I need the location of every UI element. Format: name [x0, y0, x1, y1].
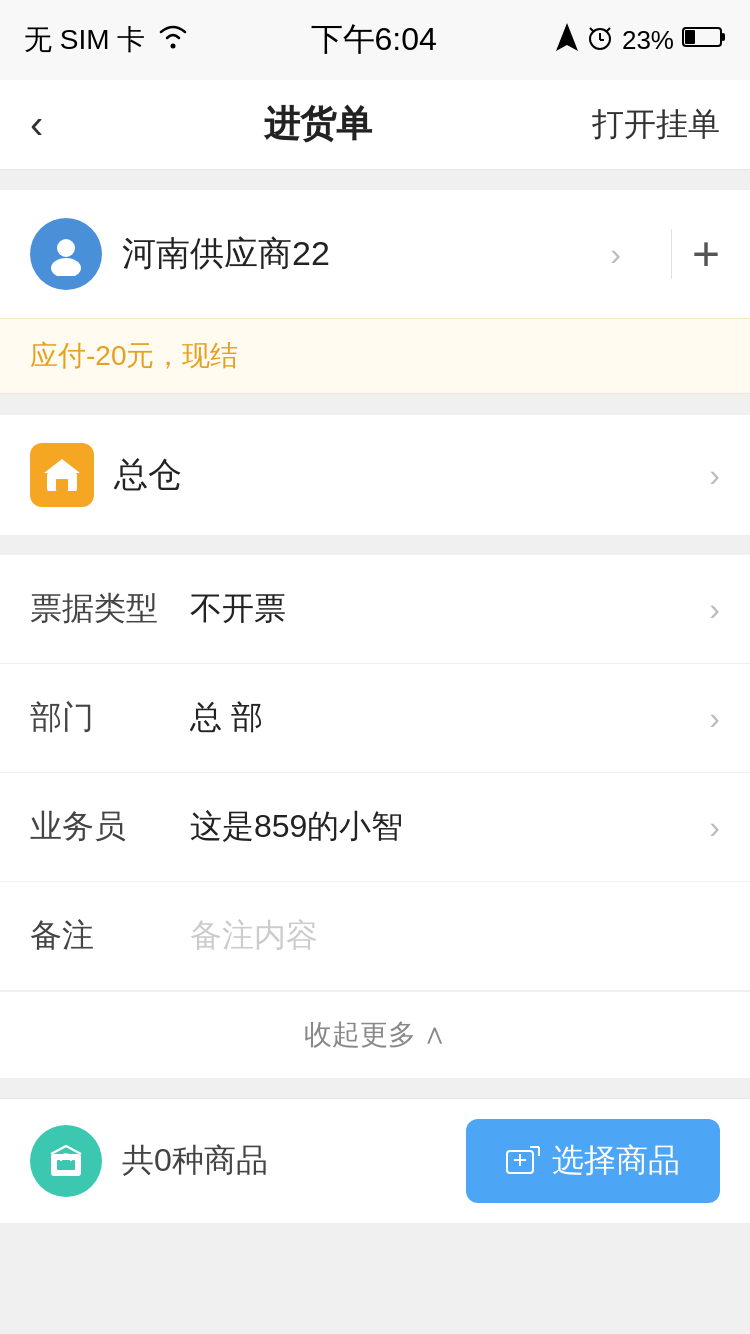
bottom-bar: 共0种商品 选择商品	[0, 1098, 750, 1223]
staff-row[interactable]: 业务员 这是859的小智 ›	[0, 773, 750, 882]
invoice-chevron-icon: ›	[709, 591, 720, 628]
staff-label: 业务员	[30, 805, 170, 849]
svg-point-11	[51, 258, 81, 276]
gray-area	[0, 1223, 750, 1334]
warehouse-row[interactable]: 总仓 ›	[0, 414, 750, 535]
product-icon	[30, 1125, 102, 1197]
svg-line-6	[606, 28, 610, 32]
battery-icon	[682, 25, 726, 56]
status-time: 下午6:04	[311, 18, 437, 62]
battery-percentage: 23%	[622, 25, 674, 56]
dept-chevron-icon: ›	[709, 700, 720, 737]
remark-row[interactable]: 备注 备注内容	[0, 882, 750, 991]
status-left: 无 SIM 卡	[24, 21, 191, 59]
warehouse-icon	[30, 443, 94, 507]
back-button[interactable]: ‹	[30, 102, 43, 147]
location-icon	[556, 23, 578, 58]
status-bar: 无 SIM 卡 下午6:04 23%	[0, 0, 750, 80]
add-supplier-button[interactable]: +	[692, 230, 720, 278]
svg-line-5	[590, 28, 594, 32]
notice-text: 应付-20元，现结	[30, 340, 238, 371]
form-section: 票据类型 不开票 › 部门 总 部 › 业务员 这是859的小智 › 备注 备注…	[0, 555, 750, 1078]
remark-label: 备注	[30, 914, 170, 958]
supplier-section: 河南供应商22 › + 应付-20元，现结	[0, 190, 750, 394]
svg-marker-1	[556, 23, 578, 51]
svg-rect-8	[721, 33, 725, 41]
staff-chevron-icon: ›	[709, 809, 720, 846]
svg-point-10	[57, 239, 75, 257]
section-gap-4	[0, 1078, 750, 1098]
staff-value: 这是859的小智	[190, 805, 699, 849]
invoice-row[interactable]: 票据类型 不开票 ›	[0, 555, 750, 664]
section-gap-3	[0, 535, 750, 555]
vertical-divider	[671, 229, 672, 279]
page-title: 进货单	[264, 100, 372, 149]
section-gap-1	[0, 170, 750, 190]
status-right: 23%	[556, 23, 726, 58]
dept-value: 总 部	[190, 696, 699, 740]
supplier-name: 河南供应商22	[122, 231, 610, 277]
alarm-icon	[586, 23, 614, 58]
warehouse-name: 总仓	[114, 452, 709, 498]
svg-rect-9	[685, 30, 695, 44]
notice-bar: 应付-20元，现结	[0, 318, 750, 394]
supplier-row[interactable]: 河南供应商22 › +	[0, 190, 750, 318]
remark-input[interactable]: 备注内容	[190, 914, 720, 958]
select-product-button[interactable]: 选择商品	[466, 1119, 720, 1203]
dept-row[interactable]: 部门 总 部 ›	[0, 664, 750, 773]
collapse-label: 收起更多 ∧	[304, 1016, 447, 1054]
wifi-icon	[155, 24, 191, 57]
invoice-label: 票据类型	[30, 587, 170, 631]
dept-label: 部门	[30, 696, 170, 740]
warehouse-chevron-icon: ›	[709, 457, 720, 494]
invoice-value: 不开票	[190, 587, 699, 631]
nav-bar: ‹ 进货单 打开挂单	[0, 80, 750, 170]
svg-rect-16	[57, 1160, 75, 1170]
collapse-row[interactable]: 收起更多 ∧	[0, 991, 750, 1078]
supplier-avatar	[30, 218, 102, 290]
svg-point-0	[171, 43, 176, 48]
carrier-text: 无 SIM 卡	[24, 21, 145, 59]
supplier-chevron-icon: ›	[610, 236, 621, 273]
product-count-text: 共0种商品	[122, 1139, 446, 1183]
svg-marker-13	[44, 459, 80, 473]
svg-rect-14	[56, 479, 68, 491]
section-gap-2	[0, 394, 750, 414]
open-pending-button[interactable]: 打开挂单	[592, 103, 720, 147]
select-product-label: 选择商品	[552, 1139, 680, 1183]
